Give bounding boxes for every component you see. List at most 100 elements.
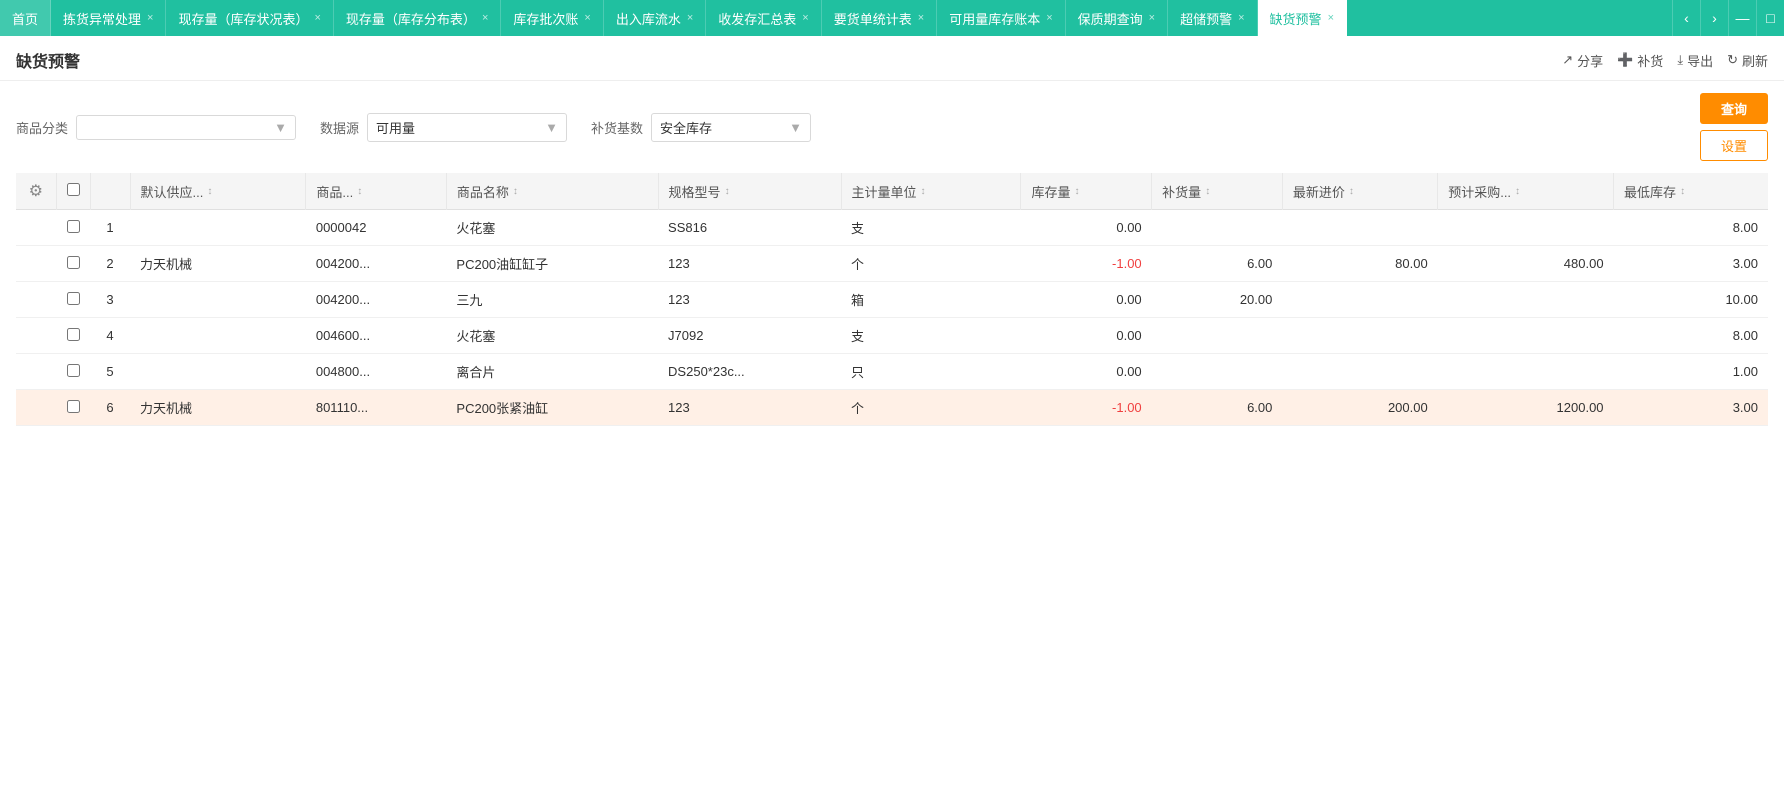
row-checkbox-cell	[56, 318, 90, 354]
row-checkbox-cell	[56, 282, 90, 318]
tab-maximize[interactable]: □	[1756, 0, 1784, 36]
share-action[interactable]: ↗ 分享	[1562, 51, 1603, 70]
page-title: 缺货预警	[16, 48, 80, 72]
row-supplier	[130, 318, 306, 354]
row-name: PC200油缸缸子	[446, 246, 658, 282]
tab-stock-status[interactable]: 现存量（库存状况表） ×	[166, 0, 333, 36]
th-product-name: 商品名称 ↕	[446, 173, 658, 210]
tab-stock-dist[interactable]: 现存量（库存分布表） ×	[334, 0, 501, 36]
th-replenish-qty: 补货量 ↕	[1152, 173, 1283, 210]
row-latest-price: 200.00	[1282, 390, 1437, 426]
page-container: 缺货预警 ↗ 分享 ➕ 补货 ⤓ 导出 ↻ 刷新 商品分类	[0, 36, 1784, 796]
close-tab-overstock[interactable]: ×	[1238, 12, 1244, 24]
sort-price-icon[interactable]: ↕	[1349, 186, 1354, 197]
datasource-chevron-icon: ▼	[545, 120, 558, 135]
row-code: 0000042	[306, 210, 447, 246]
column-settings-icon[interactable]: ⚙	[29, 183, 43, 200]
row-spec: 123	[658, 246, 841, 282]
select-all-checkbox[interactable]	[67, 183, 80, 196]
row-latest-price: 80.00	[1282, 246, 1437, 282]
tab-batch-account[interactable]: 库存批次账 ×	[501, 0, 603, 36]
base-label: 补货基数	[591, 118, 643, 137]
row-spec: J7092	[658, 318, 841, 354]
row-est-purchase	[1438, 318, 1614, 354]
row-checkbox-5[interactable]	[67, 400, 80, 413]
export-action[interactable]: ⤓ 导出	[1677, 51, 1713, 70]
table-row: 5 004800... 离合片 DS250*23c... 只 0.00 1.00	[16, 354, 1768, 390]
row-stock-qty: -1.00	[1021, 390, 1152, 426]
row-name: 火花塞	[446, 318, 658, 354]
replenish-icon: ➕	[1617, 52, 1633, 68]
close-tab-available-ledger[interactable]: ×	[1046, 12, 1052, 24]
sort-replenish-icon[interactable]: ↕	[1205, 186, 1210, 197]
category-chevron-icon: ▼	[274, 120, 287, 135]
row-settings-cell	[16, 210, 56, 246]
row-settings-cell	[16, 354, 56, 390]
query-button[interactable]: 查询	[1700, 93, 1768, 124]
row-checkbox-4[interactable]	[67, 364, 80, 377]
settings-button[interactable]: 设置	[1700, 130, 1768, 161]
tab-req-stat[interactable]: 要货单统计表 ×	[822, 0, 937, 36]
refresh-action[interactable]: ↻ 刷新	[1727, 51, 1768, 70]
row-replenish-qty: 20.00	[1152, 282, 1283, 318]
th-checkbox	[56, 173, 90, 210]
row-spec: 123	[658, 390, 841, 426]
sort-stock-icon[interactable]: ↕	[1074, 186, 1079, 197]
th-spec: 规格型号 ↕	[658, 173, 841, 210]
row-name: 离合片	[446, 354, 658, 390]
tab-expiry[interactable]: 保质期查询 ×	[1066, 0, 1168, 36]
base-select[interactable]: 安全库存 ▼	[651, 113, 811, 142]
close-tab-batch-account[interactable]: ×	[584, 12, 590, 24]
replenish-action[interactable]: ➕ 补货	[1617, 51, 1663, 70]
row-stock-qty: 0.00	[1021, 354, 1152, 390]
row-checkbox-cell	[56, 390, 90, 426]
row-checkbox-2[interactable]	[67, 292, 80, 305]
close-tab-inout-flow[interactable]: ×	[687, 12, 693, 24]
sort-min-stock-icon[interactable]: ↕	[1680, 186, 1685, 197]
action-buttons: 查询 设置	[1700, 93, 1768, 161]
tab-abnormal[interactable]: 拣货异常处理 ×	[51, 0, 166, 36]
row-spec: DS250*23c...	[658, 354, 841, 390]
row-replenish-qty: 6.00	[1152, 390, 1283, 426]
row-checkbox-3[interactable]	[67, 328, 80, 341]
row-name: PC200张紧油缸	[446, 390, 658, 426]
tab-bar: 首页 拣货异常处理 × 现存量（库存状况表） × 现存量（库存分布表） × 库存…	[0, 0, 1784, 36]
tab-scroll-left[interactable]: ‹	[1672, 0, 1700, 36]
tab-navigation: ‹ › — □	[1672, 0, 1784, 36]
row-unit: 个	[841, 246, 1021, 282]
tab-shortage[interactable]: 缺货预警 ×	[1258, 0, 1347, 36]
tab-overstock[interactable]: 超储预警 ×	[1168, 0, 1257, 36]
th-stock-qty: 库存量 ↕	[1021, 173, 1152, 210]
sort-code-icon[interactable]: ↕	[357, 186, 362, 197]
close-tab-recv-summary[interactable]: ×	[802, 12, 808, 24]
row-seq: 2	[90, 246, 130, 282]
tab-scroll-right[interactable]: ›	[1700, 0, 1728, 36]
sort-unit-icon[interactable]: ↕	[921, 186, 926, 197]
close-tab-req-stat[interactable]: ×	[918, 12, 924, 24]
row-checkbox-1[interactable]	[67, 256, 80, 269]
row-supplier	[130, 210, 306, 246]
tab-minimize[interactable]: —	[1728, 0, 1756, 36]
sort-est-purchase-icon[interactable]: ↕	[1515, 186, 1520, 197]
datasource-select[interactable]: 可用量 ▼	[367, 113, 567, 142]
sort-supplier-icon[interactable]: ↕	[207, 186, 212, 197]
tab-available-ledger[interactable]: 可用量库存账本 ×	[937, 0, 1065, 36]
row-checkbox-0[interactable]	[67, 220, 80, 233]
share-icon: ↗	[1562, 52, 1573, 68]
datasource-filter-group: 数据源 可用量 ▼	[320, 113, 567, 142]
close-tab-stock-dist[interactable]: ×	[482, 12, 488, 24]
row-supplier	[130, 282, 306, 318]
row-min-stock: 10.00	[1614, 282, 1768, 318]
tab-recv-summary[interactable]: 收发存汇总表 ×	[706, 0, 821, 36]
close-tab-abnormal[interactable]: ×	[147, 12, 153, 24]
close-tab-shortage[interactable]: ×	[1328, 12, 1334, 24]
close-tab-stock-status[interactable]: ×	[314, 12, 320, 24]
close-tab-expiry[interactable]: ×	[1149, 12, 1155, 24]
tab-home[interactable]: 首页	[0, 0, 51, 36]
category-filter-group: 商品分类 ▼	[16, 115, 296, 140]
sort-spec-icon[interactable]: ↕	[725, 186, 730, 197]
tab-inout-flow[interactable]: 出入库流水 ×	[604, 0, 706, 36]
category-select[interactable]: ▼	[76, 115, 296, 140]
row-name: 火花塞	[446, 210, 658, 246]
sort-name-icon[interactable]: ↕	[513, 186, 518, 197]
